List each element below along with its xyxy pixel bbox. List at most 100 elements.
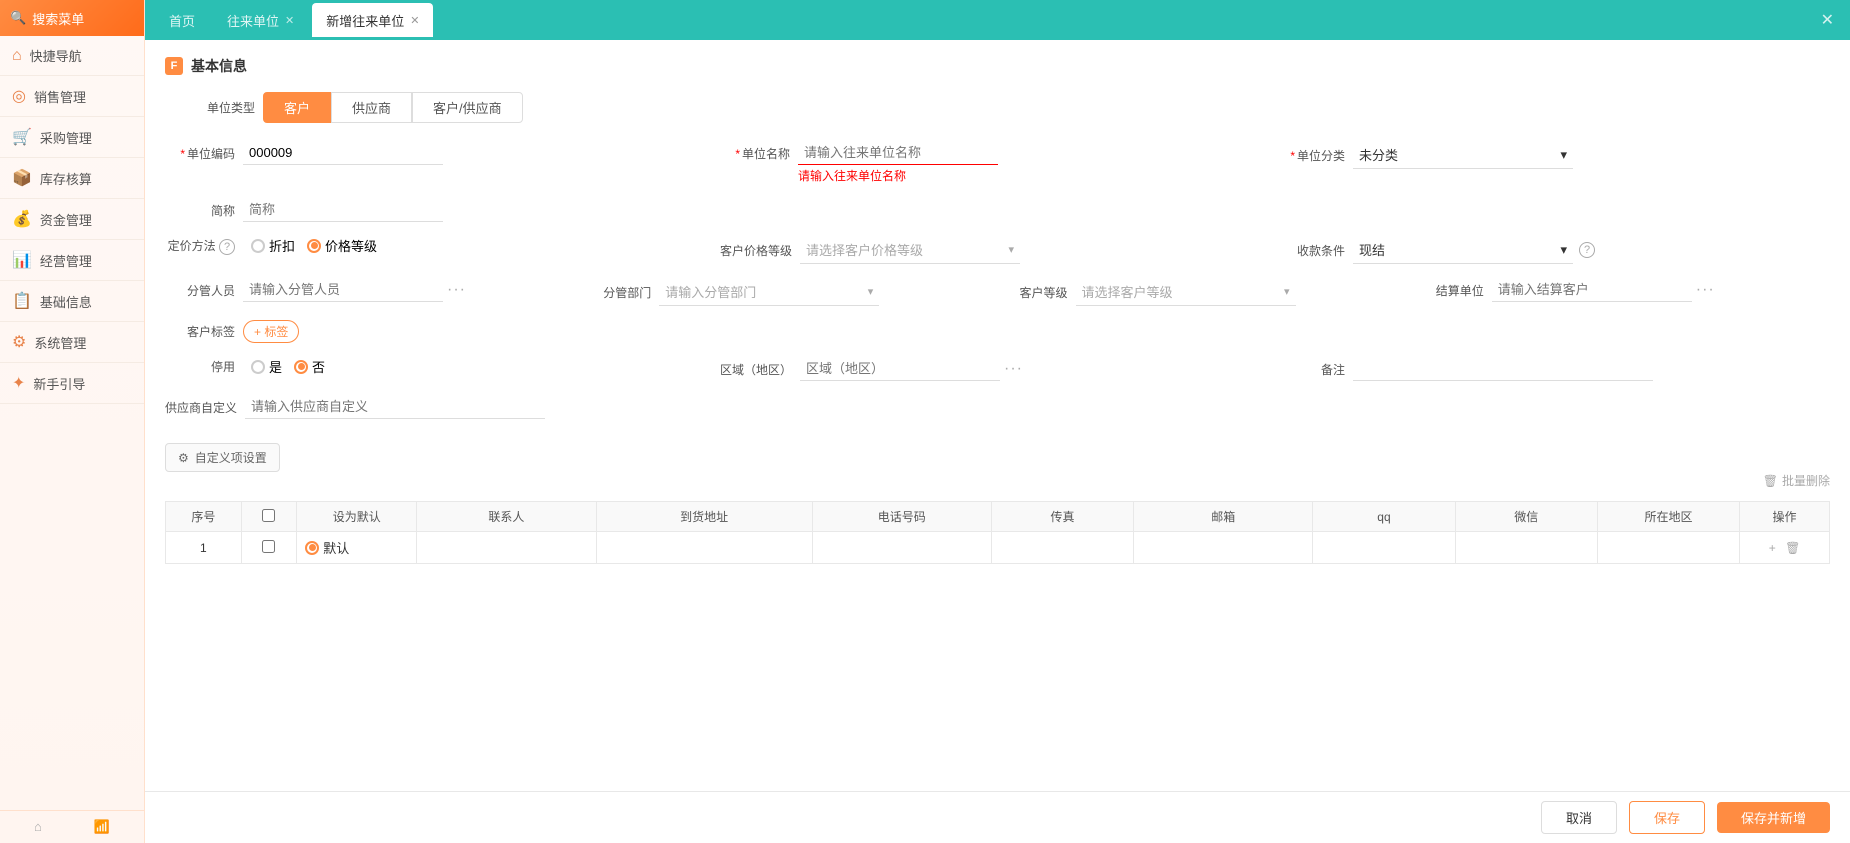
short-name-input[interactable] <box>243 198 443 222</box>
sidebar-bottom-icon2[interactable]: 📶 <box>94 819 110 835</box>
col-wechat: 微信 <box>1455 502 1597 532</box>
tab-partner-list[interactable]: 往来单位 ✕ <box>213 3 308 37</box>
settlement-unit-input[interactable] <box>1492 278 1692 302</box>
department-select[interactable]: 请输入分管部门 ▾ <box>659 278 879 306</box>
row-delete-button[interactable]: 🗑 <box>1785 541 1800 555</box>
sidebar-item-sys-mgmt[interactable]: ⚙ 系统管理 <box>0 322 144 363</box>
manager-input[interactable] <box>243 278 443 302</box>
cell-qq[interactable] <box>1313 532 1455 564</box>
email-input[interactable] <box>1183 540 1263 555</box>
row-add-button[interactable]: + <box>1769 541 1776 555</box>
phone-input[interactable] <box>862 540 942 555</box>
region-input[interactable] <box>800 357 1000 381</box>
pricing-help-icon[interactable]: ? <box>219 239 235 255</box>
sidebar-item-finance[interactable]: 💰 资金管理 <box>0 199 144 240</box>
tab-home[interactable]: 首页 <box>155 3 209 37</box>
payment-terms-select[interactable]: 现结 ▾ <box>1353 236 1573 264</box>
cell-fax[interactable] <box>991 532 1133 564</box>
pricing-discount-radio[interactable]: 折扣 <box>251 236 295 255</box>
gear-icon: ⚙ <box>178 451 189 465</box>
required-mark-2: * <box>735 147 740 161</box>
pricing-method-label: 定价方法 ? <box>165 237 235 255</box>
col-address: 到货地址 <box>596 502 812 532</box>
tab-partner-list-close[interactable]: ✕ <box>285 14 294 27</box>
manager-field: 分管人员 ··· <box>165 278 561 302</box>
cell-email[interactable] <box>1134 532 1313 564</box>
required-mark: * <box>180 147 185 161</box>
section-basic-info: F 基本信息 <box>165 56 1830 76</box>
col-contact: 联系人 <box>417 502 596 532</box>
tab-partner-list-label: 往来单位 <box>227 11 279 30</box>
tag-add-button[interactable]: + 标签 <box>243 320 299 343</box>
contact-input[interactable] <box>466 540 546 555</box>
remark-input[interactable] <box>1353 357 1653 381</box>
cell-phone[interactable] <box>812 532 991 564</box>
sidebar-item-inventory[interactable]: 📦 库存核算 <box>0 158 144 199</box>
customer-level-select[interactable]: 请选择客户等级 ▾ <box>1076 278 1296 306</box>
region-more-button[interactable]: ··· <box>1000 360 1027 378</box>
no-radio-circle <box>294 360 308 374</box>
settlement-unit-label: 结算单位 <box>1414 282 1484 299</box>
disabled-field: 停用 是 否 <box>165 357 700 376</box>
sidebar-item-operations[interactable]: 📊 经营管理 <box>0 240 144 281</box>
tab-new-partner[interactable]: 新增往来单位 ✕ <box>312 3 433 37</box>
customer-price-level-select[interactable]: 请选择客户价格等级 ▾ <box>800 236 1020 264</box>
sidebar-item-sales-mgmt[interactable]: ◎ 销售管理 <box>0 76 144 117</box>
unit-code-input[interactable] <box>243 141 443 165</box>
cell-contact[interactable] <box>417 532 596 564</box>
tab-new-partner-close[interactable]: ✕ <box>410 14 419 27</box>
pricing-level-radio[interactable]: 价格等级 <box>307 236 377 255</box>
manager-more-button[interactable]: ··· <box>443 281 470 299</box>
sidebar-search[interactable]: 🔍 搜索菜单 <box>0 0 144 36</box>
unit-type-supplier-button[interactable]: 供应商 <box>331 92 412 123</box>
save-new-button[interactable]: 保存并新增 <box>1717 802 1830 833</box>
supplier-custom-input[interactable] <box>245 395 545 419</box>
cell-action: + 🗑 <box>1740 532 1830 564</box>
batch-delete-label[interactable]: 批量删除 <box>1782 472 1830 489</box>
sales-icon: ◎ <box>12 86 26 106</box>
sidebar-item-new-guide[interactable]: ✦ 新手引导 <box>0 363 144 404</box>
custom-settings-row: ⚙ 自定义项设置 <box>165 433 1830 472</box>
tab-new-partner-label: 新增往来单位 <box>326 11 404 30</box>
tab-home-label: 首页 <box>169 11 195 30</box>
unit-type-both-button[interactable]: 客户/供应商 <box>412 92 523 123</box>
save-button[interactable]: 保存 <box>1629 801 1705 834</box>
custom-settings-button[interactable]: ⚙ 自定义项设置 <box>165 443 280 472</box>
select-all-checkbox[interactable] <box>262 509 275 522</box>
sidebar-item-quick-nav[interactable]: ⌂ 快捷导航 <box>0 36 144 76</box>
cancel-button[interactable]: 取消 <box>1541 801 1617 834</box>
window-close-button[interactable]: ✕ <box>1821 10 1834 30</box>
address-input[interactable] <box>654 540 754 555</box>
form-row-4: 分管人员 ··· 分管部门 请输入分管部门 ▾ 客户等级 请选择客户等级 ▾ 结… <box>165 278 1830 306</box>
search-icon: 🔍 <box>10 10 26 26</box>
cell-seq: 1 <box>166 532 242 564</box>
region-col-input[interactable] <box>1638 540 1698 555</box>
wechat-input[interactable] <box>1496 540 1556 555</box>
sys-icon: ⚙ <box>12 332 26 352</box>
unit-category-select[interactable]: 未分类 ▾ <box>1353 141 1573 169</box>
unit-type-customer-button[interactable]: 客户 <box>263 92 331 123</box>
disabled-no-radio[interactable]: 否 <box>294 357 325 376</box>
customer-level-field: 客户等级 请选择客户等级 ▾ <box>998 278 1394 306</box>
customer-price-level-label: 客户价格等级 <box>720 242 792 259</box>
chevron-down-icon-2: ▾ <box>1008 243 1014 256</box>
cell-wechat[interactable] <box>1455 532 1597 564</box>
form-area: F 基本信息 单位类型 客户 供应商 客户/供应商 *单位编码 *单位名称 <box>145 40 1850 791</box>
sidebar-search-label: 搜索菜单 <box>32 9 84 28</box>
default-radio[interactable]: 默认 <box>305 538 408 557</box>
remark-field: 备注 <box>1275 357 1810 381</box>
row-checkbox[interactable] <box>262 540 275 553</box>
settlement-more-button[interactable]: ··· <box>1692 281 1719 299</box>
unit-name-label: *单位名称 <box>720 145 790 162</box>
payment-help-icon[interactable]: ? <box>1579 242 1595 258</box>
sidebar-item-basic-info[interactable]: 📋 基础信息 <box>0 281 144 322</box>
region-field: 区域（地区） ··· <box>720 357 1255 381</box>
disabled-yes-radio[interactable]: 是 <box>251 357 282 376</box>
cell-address[interactable] <box>596 532 812 564</box>
cell-region[interactable] <box>1597 532 1739 564</box>
sidebar-bottom-icon1[interactable]: ⌂ <box>34 819 42 835</box>
unit-name-input[interactable] <box>798 141 998 165</box>
sidebar-item-purchase-mgmt[interactable]: 🛒 采购管理 <box>0 117 144 158</box>
fax-input[interactable] <box>1032 540 1092 555</box>
qq-input[interactable] <box>1354 540 1414 555</box>
